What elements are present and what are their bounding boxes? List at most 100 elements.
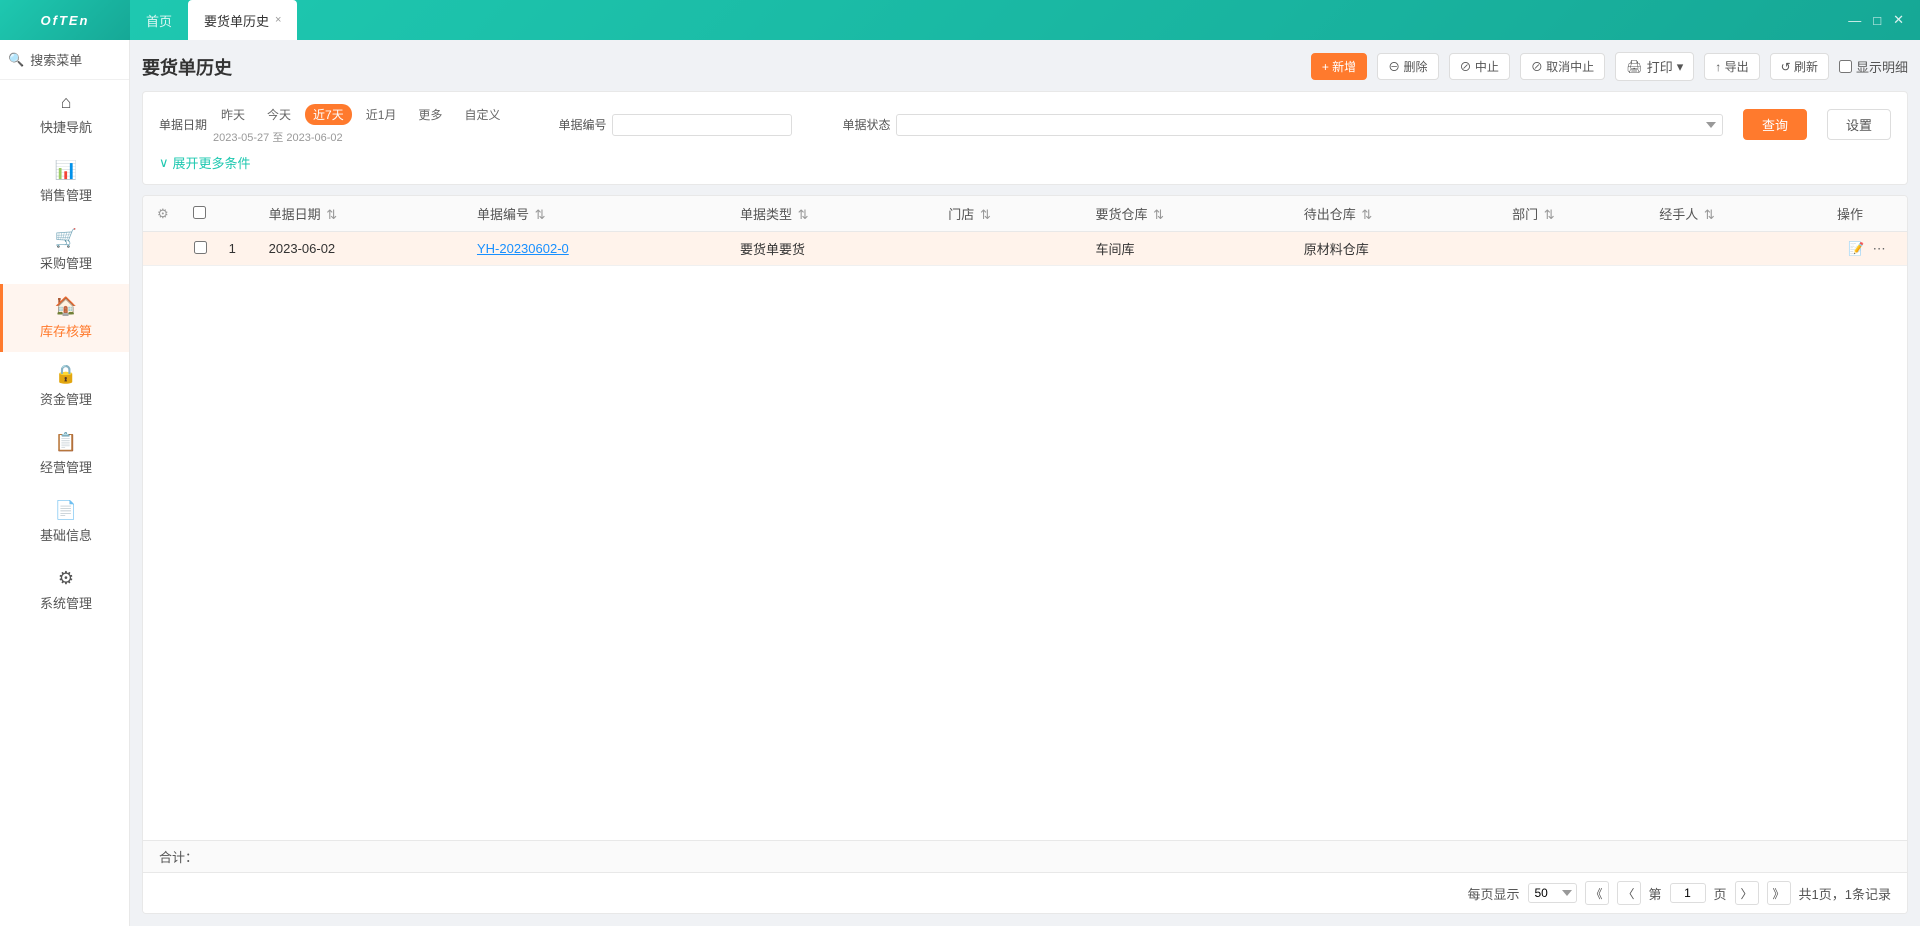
th-date-label: 单据日期 [269, 207, 321, 222]
last-page-btn[interactable]: 》 [1767, 881, 1791, 905]
delete-button[interactable]: ⊖ 删除 [1377, 53, 1438, 80]
status-select[interactable] [896, 114, 1722, 136]
sidebar-item-finance-label: 资金管理 [40, 389, 92, 408]
page-title: 要货单历史 [142, 54, 232, 80]
sidebar-item-ops-mgmt[interactable]: 📋 经营管理 [0, 420, 129, 488]
th-req-warehouse-label: 要货仓库 [1095, 207, 1147, 222]
sidebar-search-label: 搜索菜单 [30, 50, 82, 69]
sidebar-item-quick-nav[interactable]: ⌂ 快捷导航 [0, 80, 129, 148]
tab-home[interactable]: 首页 [130, 0, 188, 40]
date-filter: 单据日期 昨天 今天 近7天 近1月 更多 自定义 2023-05-27 至 2… [159, 104, 508, 145]
app-logo: OfTEn [0, 0, 130, 40]
sidebar-item-inventory[interactable]: 🏠 库存核算 [0, 284, 129, 352]
sidebar-item-finance-mgmt[interactable]: 🔒 资金管理 [0, 352, 129, 420]
td-index: 1 [219, 232, 259, 266]
th-pending-warehouse[interactable]: 待出仓库 ⇅ [1294, 196, 1502, 232]
new-button[interactable]: + 新增 [1311, 53, 1367, 80]
th-settings: ⚙ [143, 196, 183, 232]
status-label: 单据状态 [842, 116, 890, 133]
filter-row: 单据日期 昨天 今天 近7天 近1月 更多 自定义 2023-05-27 至 2… [159, 104, 1891, 145]
th-req-warehouse[interactable]: 要货仓库 ⇅ [1085, 196, 1293, 232]
select-all-checkbox[interactable] [193, 206, 206, 219]
page-input[interactable] [1670, 883, 1706, 903]
row-edit-icon[interactable]: 📝 [1848, 241, 1864, 257]
row-checkbox-1[interactable] [194, 241, 207, 254]
doc-no-input[interactable] [612, 114, 792, 136]
next-page-btn[interactable]: 〉 [1735, 881, 1759, 905]
stop-button[interactable]: ⊘ 中止 [1449, 53, 1510, 80]
minimize-btn[interactable]: — [1848, 13, 1861, 28]
page-size-select[interactable]: 10 20 50 100 [1528, 883, 1577, 903]
th-doc-type-label: 单据类型 [740, 207, 792, 222]
sidebar-item-sys-mgmt[interactable]: ⚙ 系统管理 [0, 556, 129, 624]
doc-no-filter: 单据编号 [558, 114, 792, 136]
row-more-icon[interactable]: ⋯ [1873, 241, 1886, 257]
td-checkbox [183, 232, 219, 266]
sidebar-item-basic-label: 基础信息 [40, 525, 92, 544]
prev-page-btn[interactable]: 〈 [1617, 881, 1641, 905]
th-doc-no-sort-icon[interactable]: ⇅ [535, 207, 546, 222]
sidebar-item-purchase-mgmt[interactable]: 🛒 采购管理 [0, 216, 129, 284]
th-date-sort-icon[interactable]: ⇅ [326, 207, 337, 222]
th-doc-type[interactable]: 单据类型 ⇅ [730, 196, 938, 232]
table-footer: 合计： [143, 840, 1907, 872]
doc-icon: 📄 [55, 500, 77, 521]
first-page-btn[interactable]: 《 [1585, 881, 1609, 905]
th-doc-type-sort-icon[interactable]: ⇅ [798, 207, 809, 222]
table-row: 1 2023-06-02 YH-20230602-0 要货单要货 车间库 原材料… [143, 232, 1907, 266]
toolbar: + 新增 ⊖ 删除 ⊘ 中止 ⊘ 取消中止 🖨 打印 ▾ ↑ 导出 ↺ 刷新 显… [1311, 52, 1908, 81]
settings-button[interactable]: 设置 [1827, 109, 1891, 140]
row-op-icons: 📝 ⋯ [1837, 241, 1897, 257]
th-req-warehouse-sort-icon[interactable]: ⇅ [1153, 207, 1164, 222]
td-doc-type: 要货单要货 [730, 232, 938, 266]
th-handler-label: 经手人 [1659, 207, 1698, 222]
date-opt-more[interactable]: 更多 [410, 104, 450, 125]
print-icon: 🖨 [1626, 59, 1643, 75]
query-button[interactable]: 查询 [1743, 109, 1807, 140]
page-label: 第 [1649, 884, 1662, 903]
status-filter: 单据状态 [842, 114, 1723, 136]
sidebar-item-sys-label: 系统管理 [40, 593, 92, 612]
inventory-icon: 🏠 [55, 296, 77, 317]
home-icon: ⌂ [61, 92, 72, 113]
print-button[interactable]: 🖨 打印 ▾ [1615, 52, 1694, 81]
table-settings-icon[interactable]: ⚙ [153, 202, 173, 225]
th-store-sort-icon[interactable]: ⇅ [980, 207, 991, 222]
filter-card: 单据日期 昨天 今天 近7天 近1月 更多 自定义 2023-05-27 至 2… [142, 91, 1908, 185]
tab-requisition-history[interactable]: 要货单历史 × [188, 0, 297, 40]
sidebar-item-sales-mgmt[interactable]: 📊 销售管理 [0, 148, 129, 216]
th-store-label: 门店 [948, 207, 974, 222]
th-date[interactable]: 单据日期 ⇅ [259, 196, 467, 232]
sidebar-item-basic-info[interactable]: 📄 基础信息 [0, 488, 129, 556]
th-pending-warehouse-sort-icon[interactable]: ⇅ [1361, 207, 1372, 222]
sidebar: 🔍 搜索菜单 ⌂ 快捷导航 📊 销售管理 🛒 采购管理 🏠 库存核算 🔒 资金管… [0, 40, 130, 926]
td-operation: 📝 ⋯ [1827, 232, 1907, 266]
doc-no-link[interactable]: YH-20230602-0 [477, 241, 569, 256]
date-opt-today[interactable]: 今天 [259, 104, 299, 125]
expand-more-label: 展开更多条件 [173, 153, 251, 172]
th-dept[interactable]: 部门 ⇅ [1502, 196, 1649, 232]
display-detail-checkbox[interactable] [1839, 60, 1852, 73]
date-opt-yesterday[interactable]: 昨天 [213, 104, 253, 125]
sidebar-item-ops-label: 经营管理 [40, 457, 92, 476]
display-detail-toggle[interactable]: 显示明细 [1839, 57, 1908, 76]
th-store[interactable]: 门店 ⇅ [938, 196, 1085, 232]
th-handler-sort-icon[interactable]: ⇅ [1704, 207, 1715, 222]
refresh-button[interactable]: ↺ 刷新 [1770, 53, 1829, 80]
export-button[interactable]: ↑ 导出 [1704, 53, 1759, 80]
table-card: ⚙ 单据日期 ⇅ 单据编号 [142, 195, 1908, 914]
tab-close-icon[interactable]: × [275, 14, 281, 26]
sidebar-search[interactable]: 🔍 搜索菜单 [0, 40, 129, 79]
th-handler[interactable]: 经手人 ⇅ [1649, 196, 1827, 232]
date-opt-custom[interactable]: 自定义 [456, 104, 508, 125]
expand-more[interactable]: ∨ 展开更多条件 [159, 153, 1891, 172]
th-dept-sort-icon[interactable]: ⇅ [1544, 207, 1555, 222]
th-doc-no[interactable]: 单据编号 ⇅ [467, 196, 730, 232]
date-opt-last-month[interactable]: 近1月 [358, 104, 405, 125]
table-header-row: ⚙ 单据日期 ⇅ 单据编号 [143, 196, 1907, 232]
data-table: ⚙ 单据日期 ⇅ 单据编号 [143, 196, 1907, 266]
date-opt-last7days[interactable]: 近7天 [305, 104, 352, 125]
maximize-btn[interactable]: □ [1873, 13, 1881, 28]
cancel-stop-button[interactable]: ⊘ 取消中止 [1520, 53, 1605, 80]
close-btn[interactable]: ✕ [1893, 12, 1904, 28]
